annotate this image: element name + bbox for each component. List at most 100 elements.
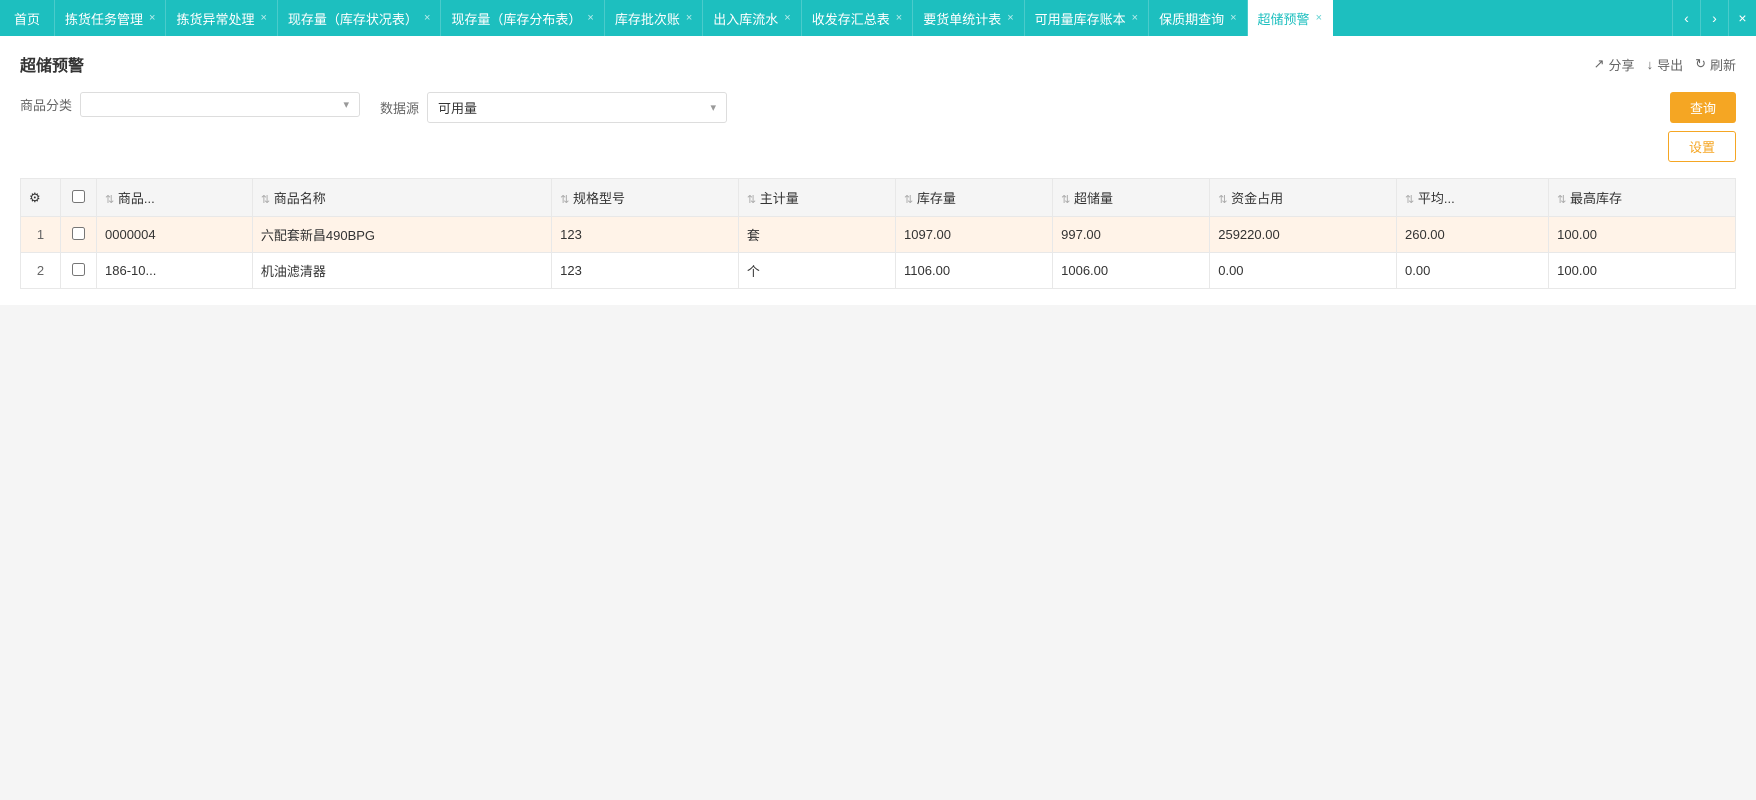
over: 997.00: [1053, 217, 1210, 253]
nav-item-xiancunliang1[interactable]: 现存量（库存状况表） ×: [278, 0, 441, 36]
nav-home[interactable]: 首页: [0, 0, 55, 36]
export-icon: ↓: [1647, 57, 1654, 72]
close-icon[interactable]: ×: [260, 12, 266, 24]
row-checkbox[interactable]: [72, 263, 85, 276]
share-label: 分享: [1609, 55, 1635, 74]
nav-item-yaohuo[interactable]: 要货单统计表 ×: [913, 0, 1024, 36]
sort-icon6: ⇅: [1061, 194, 1070, 206]
col-avg[interactable]: ⇅ 平均...: [1397, 179, 1549, 217]
col-capital[interactable]: ⇅ 资金占用: [1210, 179, 1397, 217]
close-icon[interactable]: ×: [1132, 12, 1138, 24]
export-button[interactable]: ↓ 导出: [1647, 55, 1684, 74]
nav-item-label: 保质期查询: [1159, 9, 1224, 28]
close-icon[interactable]: ×: [1230, 12, 1236, 24]
close-icon[interactable]: ×: [587, 12, 593, 24]
col-max-label: 最高库存: [1570, 191, 1622, 206]
category-select[interactable]: ▾: [80, 92, 360, 117]
col-product-code[interactable]: ⇅ 商品...: [97, 179, 253, 217]
datasource-label: 数据源: [380, 98, 419, 117]
col-spec[interactable]: ⇅ 规格型号: [552, 179, 739, 217]
nav-item-label: 要货单统计表: [923, 9, 1001, 28]
refresh-icon: ↻: [1695, 56, 1706, 72]
sort-icon8: ⇅: [1405, 194, 1414, 206]
close-icon[interactable]: ×: [784, 12, 790, 24]
close-icon-active[interactable]: ×: [1316, 12, 1322, 24]
nav-item-label: 可用量库存账本: [1035, 9, 1126, 28]
product-code: 0000004: [97, 217, 253, 253]
nav-arrow-left[interactable]: ‹: [1672, 0, 1700, 36]
max: 100.00: [1549, 217, 1736, 253]
unit: 套: [738, 217, 895, 253]
nav-item-xiancunliang2[interactable]: 现存量（库存分布表） ×: [441, 0, 604, 36]
nav-item-label: 库存批次账: [615, 9, 680, 28]
col-checkbox[interactable]: [61, 179, 97, 217]
select-all-checkbox[interactable]: [72, 190, 85, 203]
page-title: 超储预警: [20, 52, 84, 76]
category-label: 商品分类: [20, 95, 72, 114]
sort-icon9: ⇅: [1557, 194, 1566, 206]
table-wrapper: ⚙ ⇅ 商品... ⇅ 商品名称 ⇅ 规格型号: [20, 178, 1736, 289]
nav-arrows: ‹ › ×: [1672, 0, 1756, 36]
col-capital-label: 资金占用: [1231, 191, 1283, 206]
nav-item-label: 收发存汇总表: [812, 9, 890, 28]
table-header: ⚙ ⇅ 商品... ⇅ 商品名称 ⇅ 规格型号: [21, 179, 1736, 217]
table-row: 2 186-10... 机油滤清器 123 个 1106.00 1006.00 …: [21, 253, 1736, 289]
capital: 259220.00: [1210, 217, 1397, 253]
nav-item-baozhi[interactable]: 保质期查询 ×: [1149, 0, 1247, 36]
col-spec-label: 规格型号: [573, 191, 625, 206]
col-over-label: 超储量: [1074, 191, 1113, 206]
filter-category: 商品分类 ▾: [20, 92, 360, 117]
filter-datasource: 数据源 可用量 ▾: [380, 92, 727, 123]
col-avg-label: 平均...: [1418, 191, 1455, 206]
nav-item-label: 现存量（库存分布表）: [451, 9, 581, 28]
col-gear[interactable]: ⚙: [21, 179, 61, 217]
nav-item-keyongliang[interactable]: 可用量库存账本 ×: [1025, 0, 1149, 36]
row-checkbox-cell[interactable]: [61, 253, 97, 289]
nav-arrow-right[interactable]: ›: [1700, 0, 1728, 36]
avg: 0.00: [1397, 253, 1549, 289]
sort-icon: ⇅: [105, 194, 114, 206]
settings-button[interactable]: 设置: [1668, 131, 1736, 162]
avg: 260.00: [1397, 217, 1549, 253]
datasource-select[interactable]: 可用量 ▾: [427, 92, 727, 123]
refresh-label: 刷新: [1710, 55, 1736, 74]
data-table: ⚙ ⇅ 商品... ⇅ 商品名称 ⇅ 规格型号: [20, 178, 1736, 289]
close-icon[interactable]: ×: [424, 12, 430, 24]
col-unit[interactable]: ⇅ 主计量: [738, 179, 895, 217]
nav-item-label: 拣货异常处理: [176, 9, 254, 28]
header-actions: ↗ 分享 ↓ 导出 ↻ 刷新: [1594, 55, 1736, 74]
nav-item-chaochuyujing[interactable]: 超储预警 ×: [1248, 0, 1333, 36]
filter-buttons: 查询 设置: [1668, 92, 1736, 162]
product-name: 六配套新昌490BPG: [252, 217, 551, 253]
nav-arrow-close[interactable]: ×: [1728, 0, 1756, 36]
refresh-button[interactable]: ↻ 刷新: [1695, 55, 1736, 74]
nav-item-label: 超储预警: [1258, 9, 1310, 28]
close-icon[interactable]: ×: [686, 12, 692, 24]
gear-icon: ⚙: [29, 190, 41, 205]
nav-item-shofacunhuizong[interactable]: 收发存汇总表 ×: [802, 0, 913, 36]
query-button[interactable]: 查询: [1670, 92, 1736, 123]
nav-item-label: 拣货任务管理: [65, 9, 143, 28]
nav-item-jianhuoyichangchuli[interactable]: 拣货异常处理 ×: [166, 0, 277, 36]
nav-item-label: 现存量（库存状况表）: [288, 9, 418, 28]
col-stock[interactable]: ⇅ 库存量: [896, 179, 1053, 217]
nav-item-label: 出入库流水: [713, 9, 778, 28]
col-product-name[interactable]: ⇅ 商品名称: [252, 179, 551, 217]
row-checkbox[interactable]: [72, 227, 85, 240]
nav-item-kucunpicizh[interactable]: 库存批次账 ×: [605, 0, 703, 36]
row-checkbox-cell[interactable]: [61, 217, 97, 253]
product-name: 机油滤清器: [252, 253, 551, 289]
col-over[interactable]: ⇅ 超储量: [1053, 179, 1210, 217]
close-icon[interactable]: ×: [149, 12, 155, 24]
close-icon[interactable]: ×: [1007, 12, 1013, 24]
sort-icon4: ⇅: [747, 194, 756, 206]
max: 100.00: [1549, 253, 1736, 289]
nav-item-jianhuorenwuguanli[interactable]: 拣货任务管理 ×: [55, 0, 166, 36]
close-icon[interactable]: ×: [896, 12, 902, 24]
col-max[interactable]: ⇅ 最高库存: [1549, 179, 1736, 217]
nav-item-churukuliushui[interactable]: 出入库流水 ×: [703, 0, 801, 36]
top-nav: 首页 拣货任务管理 × 拣货异常处理 × 现存量（库存状况表） × 现存量（库存…: [0, 0, 1756, 36]
capital: 0.00: [1210, 253, 1397, 289]
col-product-name-label: 商品名称: [274, 191, 326, 206]
share-button[interactable]: ↗ 分享: [1594, 55, 1635, 74]
